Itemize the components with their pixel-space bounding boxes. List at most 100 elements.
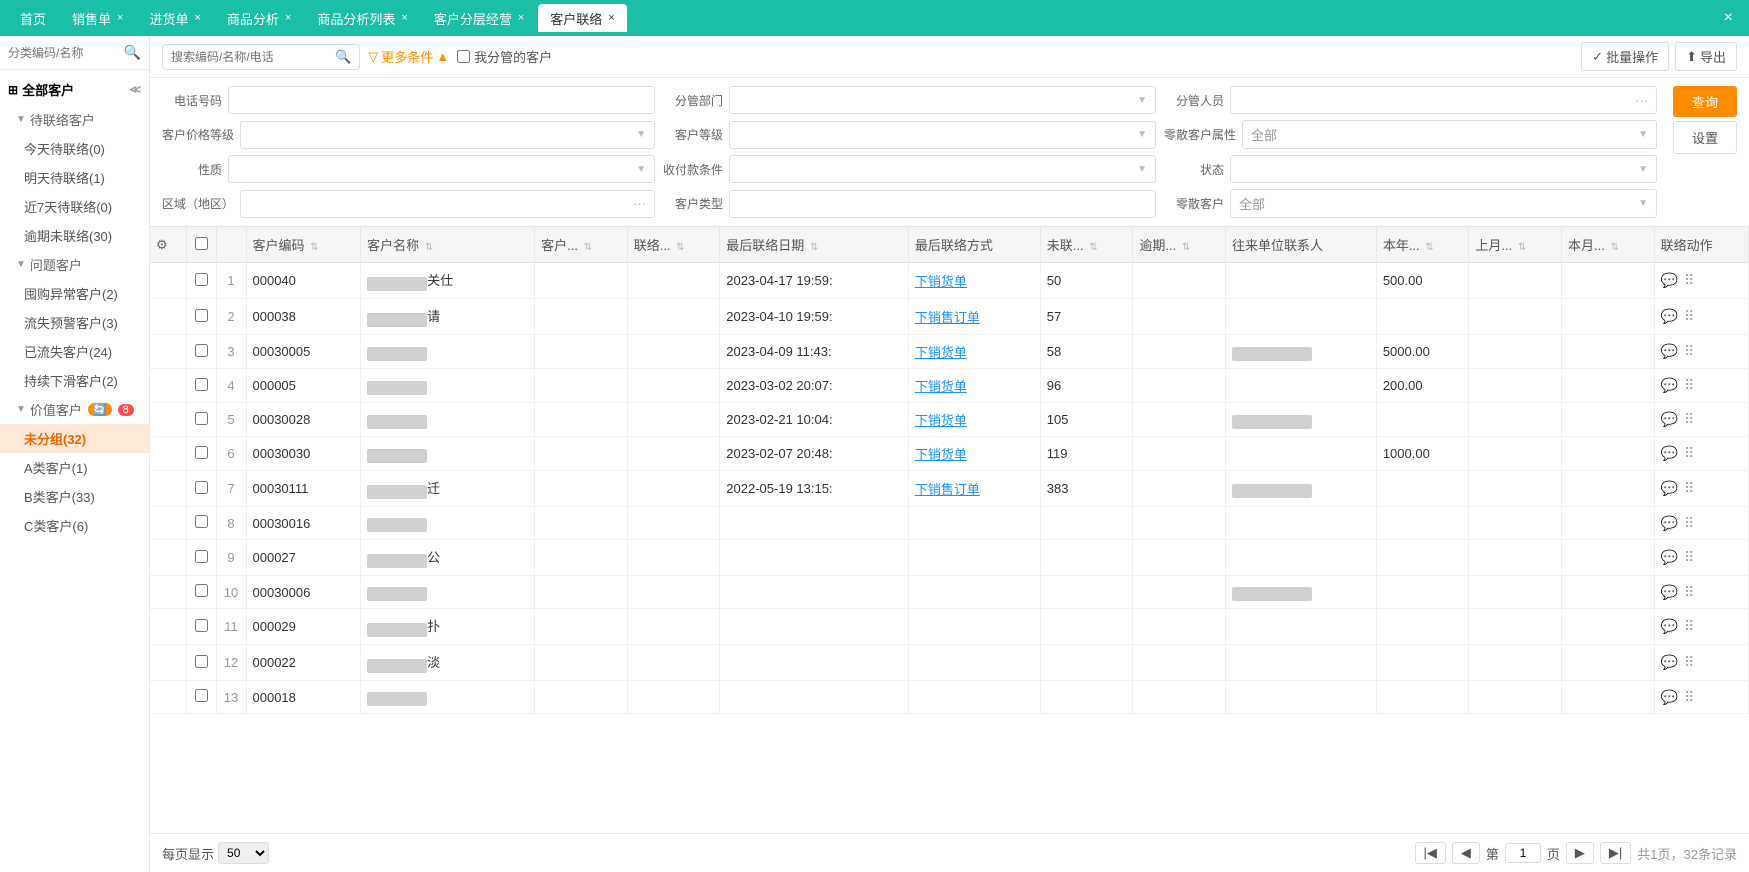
filter-phone-input[interactable]	[228, 86, 655, 114]
contact-method-link[interactable]: 下销货单	[915, 274, 967, 289]
contact-method-link[interactable]: 下销货单	[915, 379, 967, 394]
search-icon[interactable]: 🔍	[335, 49, 351, 65]
reset-button[interactable]: 设置	[1673, 121, 1737, 154]
sidebar-item-a-class[interactable]: A类客户(1)	[0, 453, 149, 482]
message-icon[interactable]: 💬	[1661, 480, 1678, 497]
message-icon[interactable]: 💬	[1661, 272, 1678, 289]
filter-payment-select[interactable]: ▼	[729, 155, 1156, 183]
filter-customer-type-select[interactable]	[729, 190, 1156, 218]
contact-method-link[interactable]: 下销售订单	[915, 310, 980, 325]
select-all-checkbox[interactable]	[195, 237, 208, 250]
filter-dept-select[interactable]: ▼	[729, 86, 1156, 114]
grid-action-icon[interactable]: ⠿	[1684, 272, 1694, 289]
grid-action-icon[interactable]: ⠿	[1684, 445, 1694, 462]
sidebar-item-tomorrow-pending[interactable]: 明天待联络(1)	[0, 163, 149, 192]
col-this-year[interactable]: 本年... ⇅	[1376, 227, 1469, 263]
col-contact[interactable]: 联络... ⇅	[627, 227, 720, 263]
contact-method-link[interactable]: 下销售订单	[915, 482, 980, 497]
sidebar-item-abnormal[interactable]: 囤购异常客户(2)	[0, 279, 149, 308]
tab-home[interactable]: 首页	[8, 4, 58, 32]
close-icon[interactable]: ×	[518, 12, 524, 24]
contact-method-link[interactable]: 下销货单	[915, 413, 967, 428]
col-customer-type[interactable]: 客户... ⇅	[535, 227, 628, 263]
col-name[interactable]: 客户名称 ⇅	[361, 227, 535, 263]
col-code[interactable]: 客户编码 ⇅	[246, 227, 361, 263]
my-customer-check-input[interactable]	[457, 50, 470, 63]
grid-action-icon[interactable]: ⠿	[1684, 618, 1694, 635]
message-icon[interactable]: 💬	[1661, 343, 1678, 360]
row-checkbox[interactable]	[195, 412, 208, 425]
message-icon[interactable]: 💬	[1661, 618, 1678, 635]
message-icon[interactable]: 💬	[1661, 689, 1678, 706]
close-icon[interactable]: ×	[608, 12, 614, 24]
row-checkbox[interactable]	[195, 446, 208, 459]
sidebar-item-ungroups[interactable]: 未分组(32)	[0, 424, 149, 453]
close-icon[interactable]: ×	[401, 12, 407, 24]
last-page-btn[interactable]: ▶|	[1600, 842, 1631, 864]
grid-action-icon[interactable]: ⠿	[1684, 480, 1694, 497]
message-icon[interactable]: 💬	[1661, 549, 1678, 566]
row-checkbox[interactable]	[195, 344, 208, 357]
row-checkbox[interactable]	[195, 655, 208, 668]
per-page-select[interactable]: 50 10 20 100	[218, 842, 269, 864]
close-icon[interactable]: ×	[117, 12, 123, 24]
col-last-month[interactable]: 上月... ⇅	[1469, 227, 1562, 263]
first-page-btn[interactable]: |◀	[1415, 842, 1446, 864]
search-input[interactable]	[171, 50, 331, 64]
message-icon[interactable]: 💬	[1661, 445, 1678, 462]
message-icon[interactable]: 💬	[1661, 377, 1678, 394]
sidebar-item-c-class[interactable]: C类客户(6)	[0, 511, 149, 540]
tab-customer-contact[interactable]: 客户联络 ×	[538, 4, 626, 32]
grid-action-icon[interactable]: ⠿	[1684, 515, 1694, 532]
col-settings[interactable]: ⚙	[150, 227, 186, 263]
row-checkbox[interactable]	[195, 481, 208, 494]
settings-icon[interactable]: ⚙	[156, 237, 168, 252]
contact-method-link[interactable]: 下销货单	[915, 345, 967, 360]
col-last-contact-method[interactable]: 最后联络方式	[908, 227, 1040, 263]
col-overdue[interactable]: 逾期... ⇅	[1133, 227, 1226, 263]
col-pending[interactable]: 未联... ⇅	[1040, 227, 1133, 263]
filter-status-select[interactable]: ▼	[1230, 155, 1657, 183]
export-button[interactable]: ⬆ 导出	[1675, 42, 1737, 71]
row-checkbox[interactable]	[195, 619, 208, 632]
global-close-icon[interactable]: ×	[1716, 9, 1741, 27]
grid-action-icon[interactable]: ⠿	[1684, 689, 1694, 706]
close-icon[interactable]: ×	[194, 12, 200, 24]
col-trade-contact[interactable]: 往来单位联系人	[1225, 227, 1376, 263]
search-icon[interactable]: 🔍	[124, 44, 141, 61]
row-checkbox[interactable]	[195, 689, 208, 702]
grid-action-icon[interactable]: ⠿	[1684, 377, 1694, 394]
tab-sales[interactable]: 销售单 ×	[60, 4, 135, 32]
tab-product-analysis-list[interactable]: 商品分析列表 ×	[305, 4, 419, 32]
sidebar-group-value[interactable]: ▼ 价值客户 🔄 8	[0, 395, 149, 424]
row-checkbox[interactable]	[195, 309, 208, 322]
close-icon[interactable]: ×	[285, 12, 291, 24]
filter-nature-select[interactable]: ▼	[228, 155, 655, 183]
sidebar-item-churn-warning[interactable]: 流失预警客户(3)	[0, 308, 149, 337]
page-input[interactable]	[1505, 843, 1541, 863]
batch-ops-button[interactable]: ✓ 批量操作	[1581, 42, 1669, 71]
grid-action-icon[interactable]: ⠿	[1684, 549, 1694, 566]
message-icon[interactable]: 💬	[1661, 584, 1678, 601]
message-icon[interactable]: 💬	[1661, 654, 1678, 671]
grid-action-icon[interactable]: ⠿	[1684, 343, 1694, 360]
sidebar-item-today-pending[interactable]: 今天待联络(0)	[0, 134, 149, 163]
row-checkbox[interactable]	[195, 273, 208, 286]
col-checkbox[interactable]	[186, 227, 216, 263]
row-checkbox[interactable]	[195, 515, 208, 528]
grid-action-icon[interactable]: ⠿	[1684, 411, 1694, 428]
tab-customer-segment[interactable]: 客户分层经营 ×	[422, 4, 536, 32]
sidebar-item-overdue-pending[interactable]: 逾期未联络(30)	[0, 221, 149, 250]
row-checkbox[interactable]	[195, 584, 208, 597]
row-checkbox[interactable]	[195, 378, 208, 391]
sidebar-item-churned[interactable]: 已流失客户(24)	[0, 337, 149, 366]
tab-product-analysis[interactable]: 商品分析 ×	[215, 4, 303, 32]
sidebar-search-input[interactable]	[8, 46, 120, 60]
col-this-month[interactable]: 本月... ⇅	[1562, 227, 1655, 263]
col-last-contact-date[interactable]: 最后联络日期 ⇅	[720, 227, 909, 263]
message-icon[interactable]: 💬	[1661, 411, 1678, 428]
sidebar-all-customers[interactable]: ⊞ 全部客户 ≪	[0, 74, 149, 105]
filter-retail-select[interactable]: 全部 ▼	[1230, 189, 1657, 218]
query-button[interactable]: 查询	[1673, 86, 1737, 117]
next-page-btn[interactable]: ▶	[1566, 842, 1594, 864]
